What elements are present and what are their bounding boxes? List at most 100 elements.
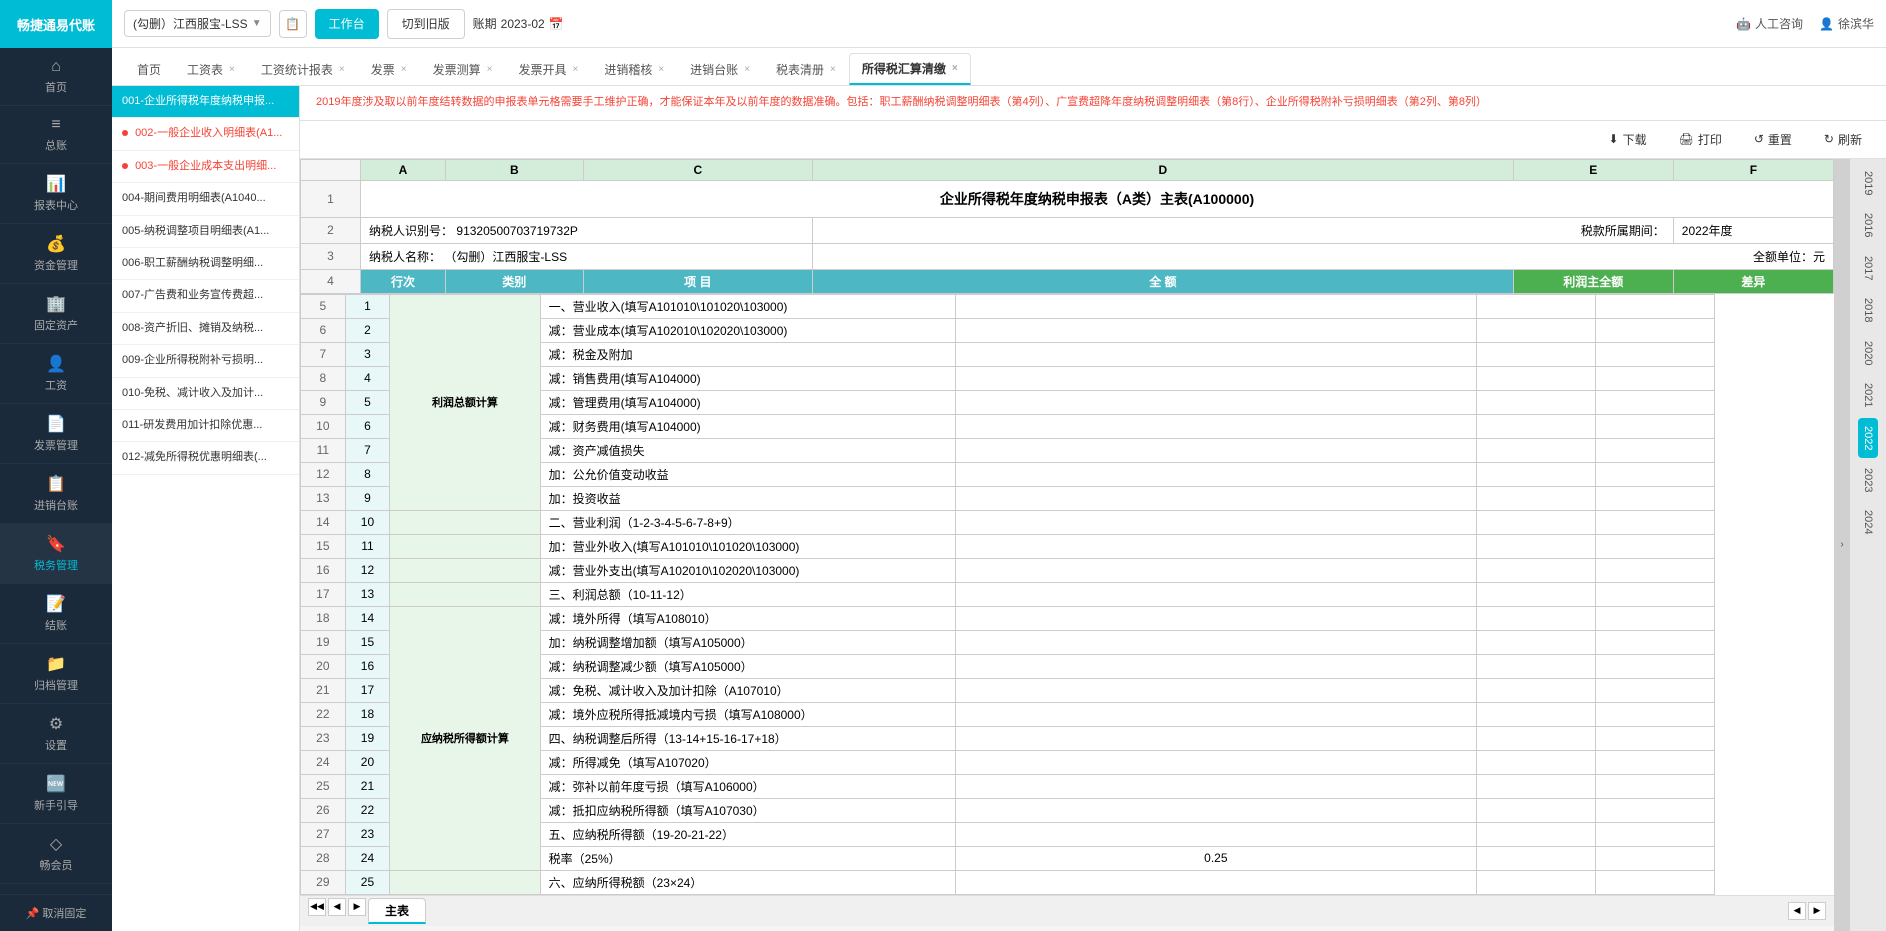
company-selector[interactable]: (勾删）江西服宝-LSS ▼ (124, 10, 271, 37)
tab-tax-register[interactable]: 税表清册 × (763, 53, 849, 85)
sidebar-item-general-ledger[interactable]: ≡ 总账 (0, 106, 112, 164)
list-item-001[interactable]: 001-企业所得税年度纳税申报... (112, 86, 299, 118)
list-item-007[interactable]: 007-广告费和业务宣传费超... (112, 280, 299, 312)
list-item-006[interactable]: 006-职工薪酬纳税调整明细... (112, 248, 299, 280)
list-item-003[interactable]: 003-一般企业成本支出明细... (112, 151, 299, 183)
list-item-005[interactable]: 005-纳税调整项目明细表(A1... (112, 216, 299, 248)
tab-invoice-issue[interactable]: 发票开具 × (505, 53, 591, 85)
tab-income-tax-close[interactable]: × (952, 63, 958, 74)
tab-purchase-ledger-close[interactable]: × (744, 64, 750, 75)
nav-left-first[interactable]: ◀◀ (308, 898, 326, 916)
list-item-002[interactable]: 002-一般企业收入明细表(A1... (112, 118, 299, 150)
row-quane (955, 798, 1476, 822)
tab-purchase-check[interactable]: 进销稽核 × (591, 53, 677, 85)
refresh-button[interactable]: ↻ 刷新 (1816, 127, 1870, 152)
tab-salary-report-close[interactable]: × (339, 64, 345, 75)
tab-income-tax[interactable]: 所得税汇算清缴 × (849, 53, 971, 85)
list-item-005-label: 005-纳税调整项目明细表(A1... (122, 225, 269, 237)
scroll-right[interactable]: ▶ (1808, 902, 1826, 920)
list-item-009[interactable]: 009-企业所得税附补亏损明... (112, 345, 299, 377)
row-hang: 22 (345, 798, 390, 822)
scroll-left[interactable]: ◀ (1788, 902, 1806, 920)
list-item-007-label: 007-广告费和业务宣传费超... (122, 289, 263, 301)
sidebar-item-settings[interactable]: ⚙ 设置 (0, 704, 112, 764)
row-xiangmu: 三、利润总额（10-11-12） (540, 582, 955, 606)
sidebar-item-reports[interactable]: 📊 报表中心 (0, 164, 112, 224)
sidebar-item-fund[interactable]: 💰 资金管理 (0, 224, 112, 284)
download-button[interactable]: ⬇ 下载 (1601, 127, 1655, 152)
sidebar-item-purchase-sales[interactable]: 📋 进销台账 (0, 464, 112, 524)
sheet-tab-main[interactable]: 主表 (368, 898, 426, 924)
doc-button[interactable]: 📋 (279, 10, 307, 38)
tab-purchase-check-close[interactable]: × (658, 64, 664, 75)
sidebar-item-assets[interactable]: 🏢 固定资产 (0, 284, 112, 344)
tab-invoice[interactable]: 发票 × (358, 53, 420, 85)
tab-purchase-ledger[interactable]: 进销台账 × (677, 53, 763, 85)
sidebar-item-tax[interactable]: 🔖 税务管理 (0, 524, 112, 584)
year-2018[interactable]: 2018 (1858, 290, 1878, 330)
report-icon: 📊 (46, 174, 66, 194)
nav-left[interactable]: ◀ (328, 898, 346, 916)
unpin-label: 取消固定 (42, 908, 86, 920)
sidebar-item-home[interactable]: ⌂ 首页 (0, 48, 112, 106)
row-seq-22: 22 (301, 702, 346, 726)
table-row: 1410二、营业利润（1-2-3-4-5-6-7-8+9） (301, 510, 1834, 534)
switch-old-button[interactable]: 切到旧版 (387, 9, 465, 39)
col-C-header: C (583, 159, 812, 180)
row-chay (1595, 726, 1714, 750)
nav-right[interactable]: ▶ (348, 898, 366, 916)
tab-income-tax-label: 所得税汇算清缴 (862, 60, 946, 77)
col-D-header: D (813, 159, 1514, 180)
row-quane: 0.25 (955, 846, 1476, 870)
list-item-011[interactable]: 011-研发费用加计扣除优惠... (112, 410, 299, 442)
print-button[interactable]: 🖨 打印 (1671, 127, 1730, 152)
row-seq-20: 20 (301, 654, 346, 678)
list-item-010[interactable]: 010-免税、减计收入及加计... (112, 378, 299, 410)
sidebar-item-label-guide: 新手引导 (34, 797, 78, 813)
list-item-012[interactable]: 012-减免所得税优惠明细表(... (112, 442, 299, 474)
sidebar-item-close[interactable]: 📝 结账 (0, 584, 112, 644)
year-2022[interactable]: 2022 (1858, 418, 1878, 458)
ai-consult-button[interactable]: 🤖 人工咨询 (1736, 15, 1803, 32)
row-chay (1595, 846, 1714, 870)
tab-salary-report[interactable]: 工资统计报表 × (248, 53, 358, 85)
tab-invoice-close[interactable]: × (401, 64, 407, 75)
row-xiangmu: 加：纳税调整增加额（填写A105000） (540, 630, 955, 654)
year-2023[interactable]: 2023 (1858, 460, 1878, 500)
table-row: 1612减：营业外支出(填写A102010\102020\103000) (301, 558, 1834, 582)
main-area: (勾删）江西服宝-LSS ▼ 📋 工作台 切到旧版 账期 2023-02 📅 🤖… (112, 0, 1886, 931)
year-2024[interactable]: 2024 (1858, 502, 1878, 542)
sidebar-item-salary[interactable]: 👤 工资 (0, 344, 112, 404)
collapse-panel-button[interactable]: › (1834, 159, 1850, 931)
year-2016[interactable]: 2016 (1858, 205, 1878, 245)
row-seq-24: 24 (301, 750, 346, 774)
year-2020[interactable]: 2020 (1858, 333, 1878, 373)
list-item-008[interactable]: 008-资产折旧、摊销及纳税... (112, 313, 299, 345)
sidebar-item-member[interactable]: ◇ 畅会员 (0, 824, 112, 884)
tab-tax-register-close[interactable]: × (830, 64, 836, 75)
column-header-row: A B C D E F (301, 159, 1834, 180)
row-lirun (1476, 294, 1595, 318)
reset-button[interactable]: ↺ 重置 (1746, 127, 1800, 152)
sidebar-item-archive[interactable]: 📁 归档管理 (0, 644, 112, 704)
tab-invoice-calc-close[interactable]: × (487, 64, 493, 75)
spreadsheet-wrapper[interactable]: A B C D E F (300, 159, 1834, 931)
row-chay (1595, 294, 1714, 318)
refresh-label: 刷新 (1838, 131, 1862, 148)
tab-salary-close[interactable]: × (229, 64, 235, 75)
list-item-004[interactable]: 004-期间费用明细表(A1040... (112, 183, 299, 215)
year-2019[interactable]: 2019 (1858, 163, 1878, 203)
fund-icon: 💰 (46, 234, 66, 254)
workbench-button[interactable]: 工作台 (315, 9, 379, 39)
sidebar-item-invoice[interactable]: 📄 发票管理 (0, 404, 112, 464)
tab-invoice-calc[interactable]: 发票测算 × (420, 53, 506, 85)
unpin-button[interactable]: 📌 取消固定 (0, 894, 112, 931)
user-profile[interactable]: 👤 徐滨华 (1819, 15, 1874, 32)
tab-home[interactable]: 首页 (124, 53, 174, 85)
tab-salary[interactable]: 工资表 × (174, 53, 248, 85)
sidebar-item-guide[interactable]: 🆕 新手引导 (0, 764, 112, 824)
year-2021[interactable]: 2021 (1858, 375, 1878, 415)
year-2017[interactable]: 2017 (1858, 248, 1878, 288)
tab-invoice-issue-close[interactable]: × (572, 64, 578, 75)
sidebar-item-label-home: 首页 (45, 79, 67, 95)
